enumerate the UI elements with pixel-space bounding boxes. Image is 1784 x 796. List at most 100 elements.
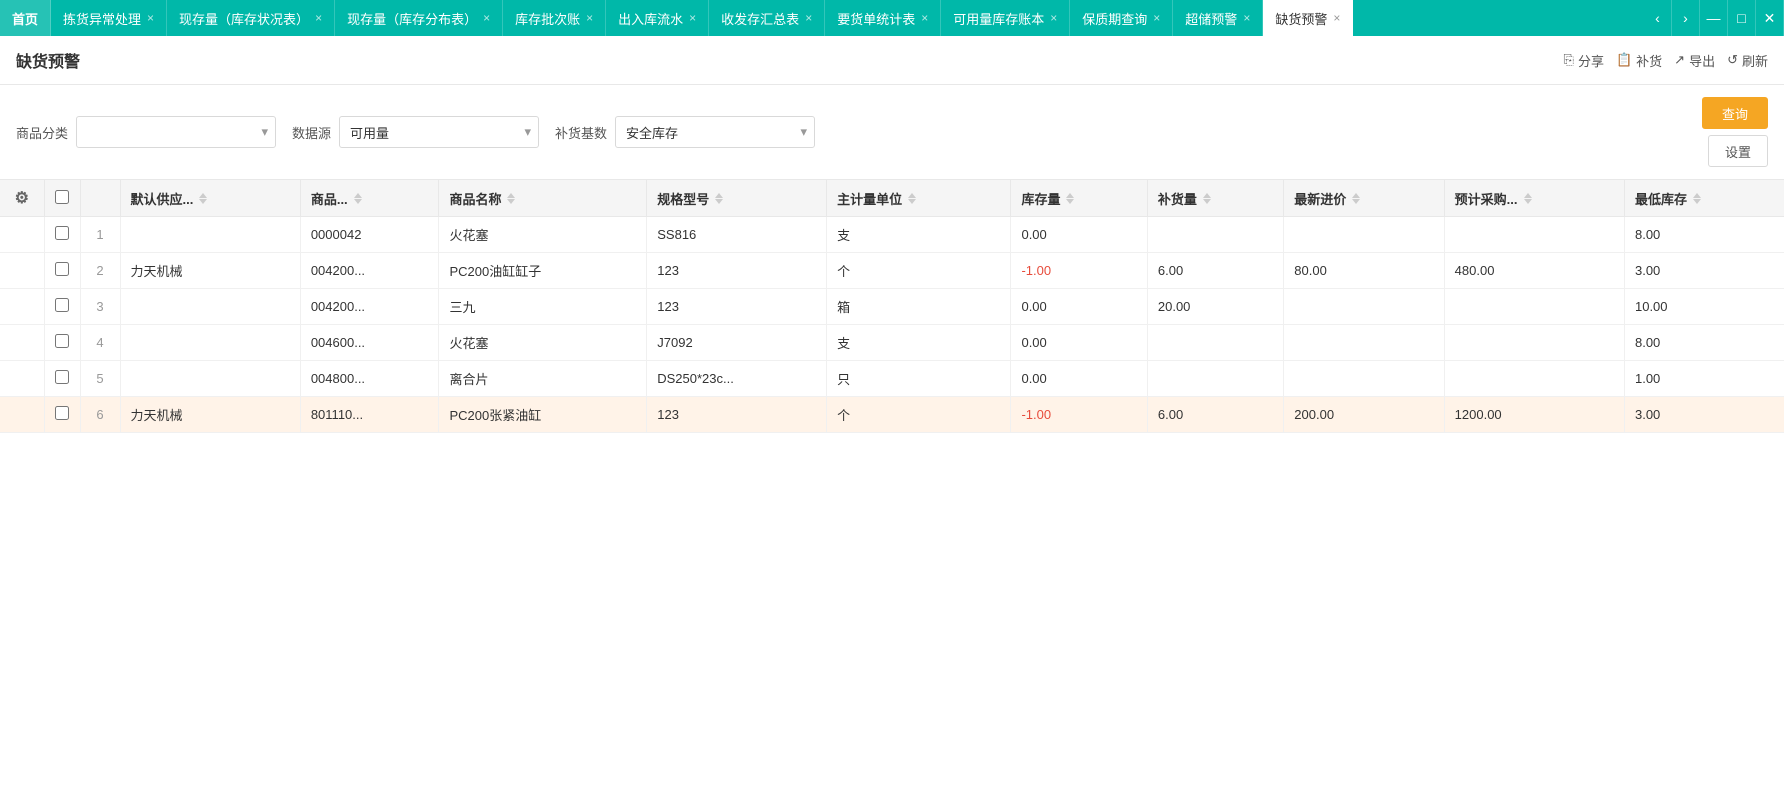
- sort-default-supplier-icon[interactable]: [199, 193, 207, 204]
- row-checkbox-5[interactable]: [55, 406, 69, 420]
- td-price-0: [1284, 217, 1444, 253]
- tab-nav-next[interactable]: ›: [1672, 0, 1700, 36]
- row-checkbox-0[interactable]: [55, 226, 69, 240]
- row-checkbox-4[interactable]: [55, 370, 69, 384]
- td-name-5: PC200张紧油缸: [439, 397, 647, 433]
- refresh-button[interactable]: ↺ 刷新: [1727, 51, 1768, 70]
- td-replenish-4: [1147, 361, 1283, 397]
- td-code-3: 004600...: [300, 325, 439, 361]
- main-content: 缺货预警 ⎘ 分享 📋 补货 ↗ 导出 ↺ 刷新: [0, 36, 1784, 796]
- tab-close-overstock[interactable]: ×: [1243, 11, 1250, 25]
- sort-unit-icon[interactable]: [908, 193, 916, 204]
- td-code-5: 801110...: [300, 397, 439, 433]
- td-settings-0: [0, 217, 44, 253]
- td-rownum-3: 4: [80, 325, 120, 361]
- sort-latest-price-icon[interactable]: [1352, 193, 1360, 204]
- column-settings-icon[interactable]: ⚙: [15, 188, 29, 208]
- datasource-filter-group: 数据源 可用量 ▾: [292, 116, 539, 148]
- td-price-3: [1284, 325, 1444, 361]
- td-checkbox-1: [44, 253, 80, 289]
- tab-available-ledger[interactable]: 可用量库存账本×: [941, 0, 1070, 36]
- td-settings-1: [0, 253, 44, 289]
- tab-close-expiry-query[interactable]: ×: [1153, 11, 1160, 25]
- td-unit-0: 支: [827, 217, 1011, 253]
- td-price-1: 80.00: [1284, 253, 1444, 289]
- settings-button[interactable]: 设置: [1708, 135, 1768, 167]
- tab-close-batch-account[interactable]: ×: [586, 11, 593, 25]
- sort-spec-icon[interactable]: [715, 193, 723, 204]
- tab-label-inventory-dist: 现存量（库存分布表）: [347, 9, 477, 28]
- tab-label-inventory-status: 现存量（库存状况表）: [179, 9, 309, 28]
- td-checkbox-5: [44, 397, 80, 433]
- table-container: ⚙ 默认供应...: [0, 180, 1784, 433]
- td-rownum-0: 1: [80, 217, 120, 253]
- tab-label-receive-summary: 收发存汇总表: [721, 9, 799, 28]
- tab-close-inventory-status[interactable]: ×: [315, 11, 322, 25]
- td-replenish-2: 20.00: [1147, 289, 1283, 325]
- td-settings-4: [0, 361, 44, 397]
- tab-shortage[interactable]: 缺货预警×: [1263, 0, 1353, 36]
- sort-product-name-icon[interactable]: [507, 193, 515, 204]
- tab-inout-flow[interactable]: 出入库流水×: [606, 0, 709, 36]
- sort-product-code-icon[interactable]: [354, 193, 362, 204]
- tab-nav-prev[interactable]: ‹: [1644, 0, 1672, 36]
- tab-maximize[interactable]: □: [1728, 0, 1756, 36]
- tab-receive-summary[interactable]: 收发存汇总表 ×: [709, 0, 825, 36]
- tab-close-inout-flow[interactable]: ×: [689, 11, 696, 25]
- td-code-2: 004200...: [300, 289, 439, 325]
- sort-est-purchase-icon[interactable]: [1524, 193, 1532, 204]
- td-min-stock-1: 3.00: [1624, 253, 1784, 289]
- td-stock-3: 0.00: [1011, 325, 1147, 361]
- row-checkbox-3[interactable]: [55, 334, 69, 348]
- tab-inventory-dist[interactable]: 现存量（库存分布表） ×: [335, 0, 503, 36]
- category-select[interactable]: [76, 116, 276, 148]
- td-est-purchase-1: 480.00: [1444, 253, 1624, 289]
- sort-replenish-qty-icon[interactable]: [1203, 193, 1211, 204]
- replenish-button[interactable]: 📋 补货: [1616, 51, 1662, 70]
- tab-label-overstock: 超储预警: [1185, 9, 1237, 28]
- datasource-select[interactable]: 可用量: [339, 116, 539, 148]
- tab-home[interactable]: 首页: [0, 0, 51, 36]
- tab-overstock[interactable]: 超储预警 ×: [1173, 0, 1263, 36]
- tab-nav-buttons: ‹ › — □ ✕: [1644, 0, 1784, 36]
- td-stock-2: 0.00: [1011, 289, 1147, 325]
- td-spec-1: 123: [647, 253, 827, 289]
- td-settings-5: [0, 397, 44, 433]
- td-spec-2: 123: [647, 289, 827, 325]
- query-button[interactable]: 查询: [1702, 97, 1768, 129]
- tab-close-requisition-stats[interactable]: ×: [921, 11, 928, 25]
- tab-close-all[interactable]: ✕: [1756, 0, 1784, 36]
- sort-min-stock-icon[interactable]: [1693, 193, 1701, 204]
- tab-close-shortage[interactable]: ×: [1333, 11, 1340, 25]
- tab-close-available-ledger[interactable]: ×: [1050, 11, 1057, 25]
- tab-expiry-query[interactable]: 保质期查询×: [1070, 0, 1173, 36]
- tab-batch-account[interactable]: 库存批次账×: [503, 0, 606, 36]
- row-checkbox-1[interactable]: [55, 262, 69, 276]
- tab-requisition-stats[interactable]: 要货单统计表×: [825, 0, 941, 36]
- replenish-basis-select[interactable]: 安全库存: [615, 116, 815, 148]
- datasource-select-wrapper: 可用量 ▾: [339, 116, 539, 148]
- tab-inventory-status[interactable]: 现存量（库存状况表） ×: [167, 0, 335, 36]
- row-checkbox-2[interactable]: [55, 298, 69, 312]
- td-code-0: 0000042: [300, 217, 439, 253]
- td-checkbox-2: [44, 289, 80, 325]
- tab-abnormal[interactable]: 拣货异常处理×: [51, 0, 167, 36]
- tab-minimize[interactable]: —: [1700, 0, 1728, 36]
- td-checkbox-4: [44, 361, 80, 397]
- export-button[interactable]: ↗ 导出: [1674, 51, 1715, 70]
- tab-close-abnormal[interactable]: ×: [147, 11, 154, 25]
- select-all-checkbox[interactable]: [55, 190, 69, 204]
- td-replenish-5: 6.00: [1147, 397, 1283, 433]
- tab-close-inventory-dist[interactable]: ×: [483, 11, 490, 25]
- td-spec-5: 123: [647, 397, 827, 433]
- td-min-stock-5: 3.00: [1624, 397, 1784, 433]
- td-code-1: 004200...: [300, 253, 439, 289]
- sort-stock-icon[interactable]: [1066, 193, 1074, 204]
- td-supplier-5: 力天机械: [120, 397, 300, 433]
- tab-close-receive-summary[interactable]: ×: [805, 11, 812, 25]
- table-row: 4 004600... 火花塞 J7092 支 0.00 8.00: [0, 325, 1784, 361]
- share-button[interactable]: ⎘ 分享: [1564, 51, 1604, 70]
- replenish-icon: 📋: [1616, 52, 1632, 68]
- page-header: 缺货预警 ⎘ 分享 📋 补货 ↗ 导出 ↺ 刷新: [0, 36, 1784, 85]
- td-name-3: 火花塞: [439, 325, 647, 361]
